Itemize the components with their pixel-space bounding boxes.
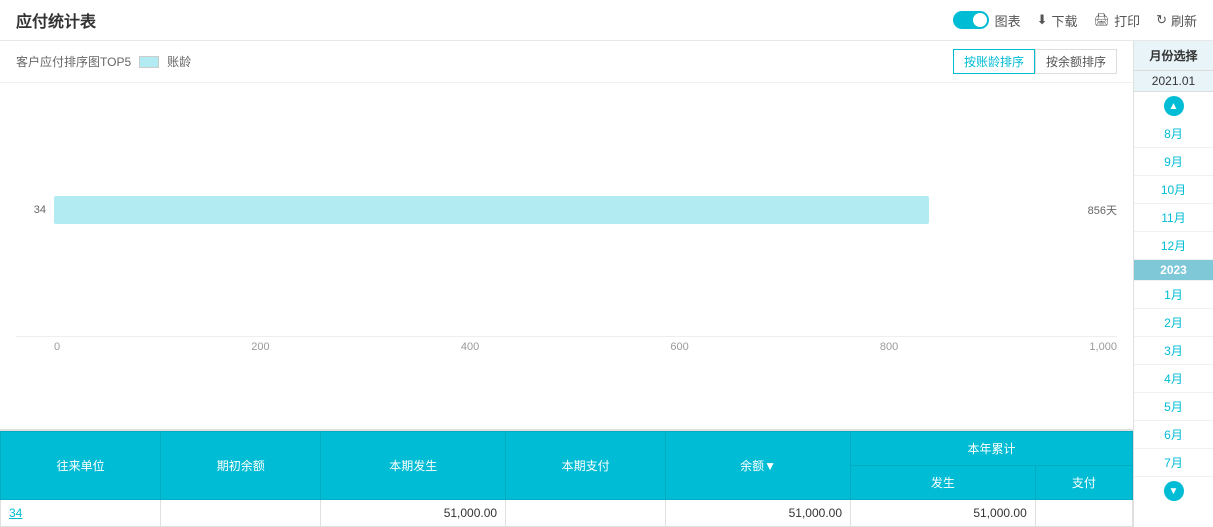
header-actions: 图表 ⬇ 下载 🖨 打印 ↻ 刷新 xyxy=(953,11,1197,30)
sort-by-age-button[interactable]: 按账龄排序 xyxy=(953,49,1035,74)
table-row: 34 51,000.00 51,000.00 51,000.00 xyxy=(1,500,1133,527)
sidebar-month-8[interactable]: 8月 xyxy=(1134,120,1213,148)
sidebar-month-9[interactable]: 9月 xyxy=(1134,148,1213,176)
x-axis-1000: 1,000 xyxy=(1089,341,1117,353)
bar-label: 34 xyxy=(16,204,46,216)
sort-by-balance-button[interactable]: 按余额排序 xyxy=(1035,49,1117,74)
sidebar-nav-up: ▲ xyxy=(1134,92,1213,120)
th-opening-balance: 期初余额 xyxy=(161,432,321,500)
row-balance: 51,000.00 xyxy=(666,500,851,527)
row-opening-balance xyxy=(161,500,321,527)
th-balance: 余额▼ xyxy=(666,432,851,500)
sidebar-year-2023[interactable]: 2023 xyxy=(1134,260,1213,281)
bar-container xyxy=(54,196,1076,224)
print-label: 打印 xyxy=(1114,11,1140,30)
nav-down-arrow[interactable]: ▼ xyxy=(1164,481,1184,501)
data-table: 往来单位 期初余额 本期发生 本期支付 余额▼ 本年累计 发生 支付 xyxy=(0,431,1133,527)
download-icon: ⬇ xyxy=(1037,12,1048,28)
sidebar-month-2[interactable]: 2月 xyxy=(1134,309,1213,337)
th-unit: 往来单位 xyxy=(1,432,161,500)
row-annual-pay xyxy=(1035,500,1132,527)
page-title: 应付统计表 xyxy=(16,8,96,32)
legend-box xyxy=(139,56,159,68)
th-period-occur: 本期发生 xyxy=(321,432,506,500)
bar-fill xyxy=(54,196,929,224)
download-label: 下载 xyxy=(1052,11,1078,30)
chart-sort-buttons: 按账龄排序 按余额排序 xyxy=(953,49,1117,74)
x-axis-0: 0 xyxy=(54,341,60,353)
sidebar-month-10[interactable]: 10月 xyxy=(1134,176,1213,204)
sidebar-nav-down: ▼ xyxy=(1134,477,1213,505)
bar-end-label: 856天 xyxy=(1088,202,1117,218)
print-icon: 🖨 xyxy=(1094,12,1111,28)
chart-toggle[interactable] xyxy=(953,11,989,29)
table-section: 往来单位 期初余额 本期发生 本期支付 余额▼ 本年累计 发生 支付 xyxy=(0,429,1133,527)
sidebar-month-1[interactable]: 1月 xyxy=(1134,281,1213,309)
th-period-pay: 本期支付 xyxy=(506,432,666,500)
sidebar-month-12[interactable]: 12月 xyxy=(1134,232,1213,260)
bar-chart: 34 856天 0 200 400 600 800 xyxy=(16,93,1117,353)
bar-row: 34 856天 xyxy=(16,196,1117,224)
row-period-pay xyxy=(506,500,666,527)
download-button[interactable]: ⬇ 下载 xyxy=(1037,11,1078,30)
legend-box-label: 账龄 xyxy=(167,53,191,70)
unit-link[interactable]: 34 xyxy=(9,506,22,520)
row-period-occur: 51,000.00 xyxy=(321,500,506,527)
sidebar-month-7[interactable]: 7月 xyxy=(1134,449,1213,477)
print-button[interactable]: 🖨 打印 xyxy=(1094,11,1141,30)
sidebar: 月份选择 2021.01 ▲ 8月 9月 10月 11月 12月 2023 1月… xyxy=(1133,41,1213,527)
page-header: 应付统计表 图表 ⬇ 下载 🖨 打印 ↻ 刷新 xyxy=(0,0,1213,41)
chart-legend: 客户应付排序图TOP5 账龄 xyxy=(16,53,191,70)
sidebar-month-3[interactable]: 3月 xyxy=(1134,337,1213,365)
sidebar-month-4[interactable]: 4月 xyxy=(1134,365,1213,393)
chart-toggle-wrap: 图表 xyxy=(953,11,1021,30)
x-axis-600: 600 xyxy=(670,341,688,353)
sidebar-month-6[interactable]: 6月 xyxy=(1134,421,1213,449)
refresh-label: 刷新 xyxy=(1171,11,1197,30)
x-axis-400: 400 xyxy=(461,341,479,353)
refresh-icon: ↻ xyxy=(1156,12,1167,28)
row-unit: 34 xyxy=(1,500,161,527)
refresh-button[interactable]: ↻ 刷新 xyxy=(1156,11,1197,30)
toggle-label: 图表 xyxy=(995,11,1021,30)
chart-section: 客户应付排序图TOP5 账龄 按账龄排序 按余额排序 34 xyxy=(0,41,1133,527)
table-header-row: 往来单位 期初余额 本期发生 本期支付 余额▼ 本年累计 xyxy=(1,432,1133,466)
th-annual-pay: 支付 xyxy=(1035,466,1132,500)
x-axis: 0 200 400 600 800 1,000 xyxy=(16,336,1117,353)
nav-up-arrow[interactable]: ▲ xyxy=(1164,96,1184,116)
x-axis-200: 200 xyxy=(251,341,269,353)
sidebar-header: 月份选择 xyxy=(1134,41,1213,71)
legend-text: 客户应付排序图TOP5 xyxy=(16,53,131,70)
x-axis-800: 800 xyxy=(880,341,898,353)
chart-header: 客户应付排序图TOP5 账龄 按账龄排序 按余额排序 xyxy=(0,41,1133,83)
balance-label: 余额 xyxy=(740,459,764,473)
sidebar-month-11[interactable]: 11月 xyxy=(1134,204,1213,232)
row-annual-occur: 51,000.00 xyxy=(851,500,1036,527)
balance-sort-icon: ▼ xyxy=(764,459,776,473)
content-area: 客户应付排序图TOP5 账龄 按账龄排序 按余额排序 34 xyxy=(0,41,1213,527)
sidebar-year: 2021.01 xyxy=(1134,71,1213,92)
chart-area: 34 856天 0 200 400 600 800 xyxy=(0,83,1133,429)
th-annual-occur: 发生 xyxy=(851,466,1036,500)
sidebar-month-5[interactable]: 5月 xyxy=(1134,393,1213,421)
th-annual-cumulative: 本年累计 xyxy=(851,432,1133,466)
